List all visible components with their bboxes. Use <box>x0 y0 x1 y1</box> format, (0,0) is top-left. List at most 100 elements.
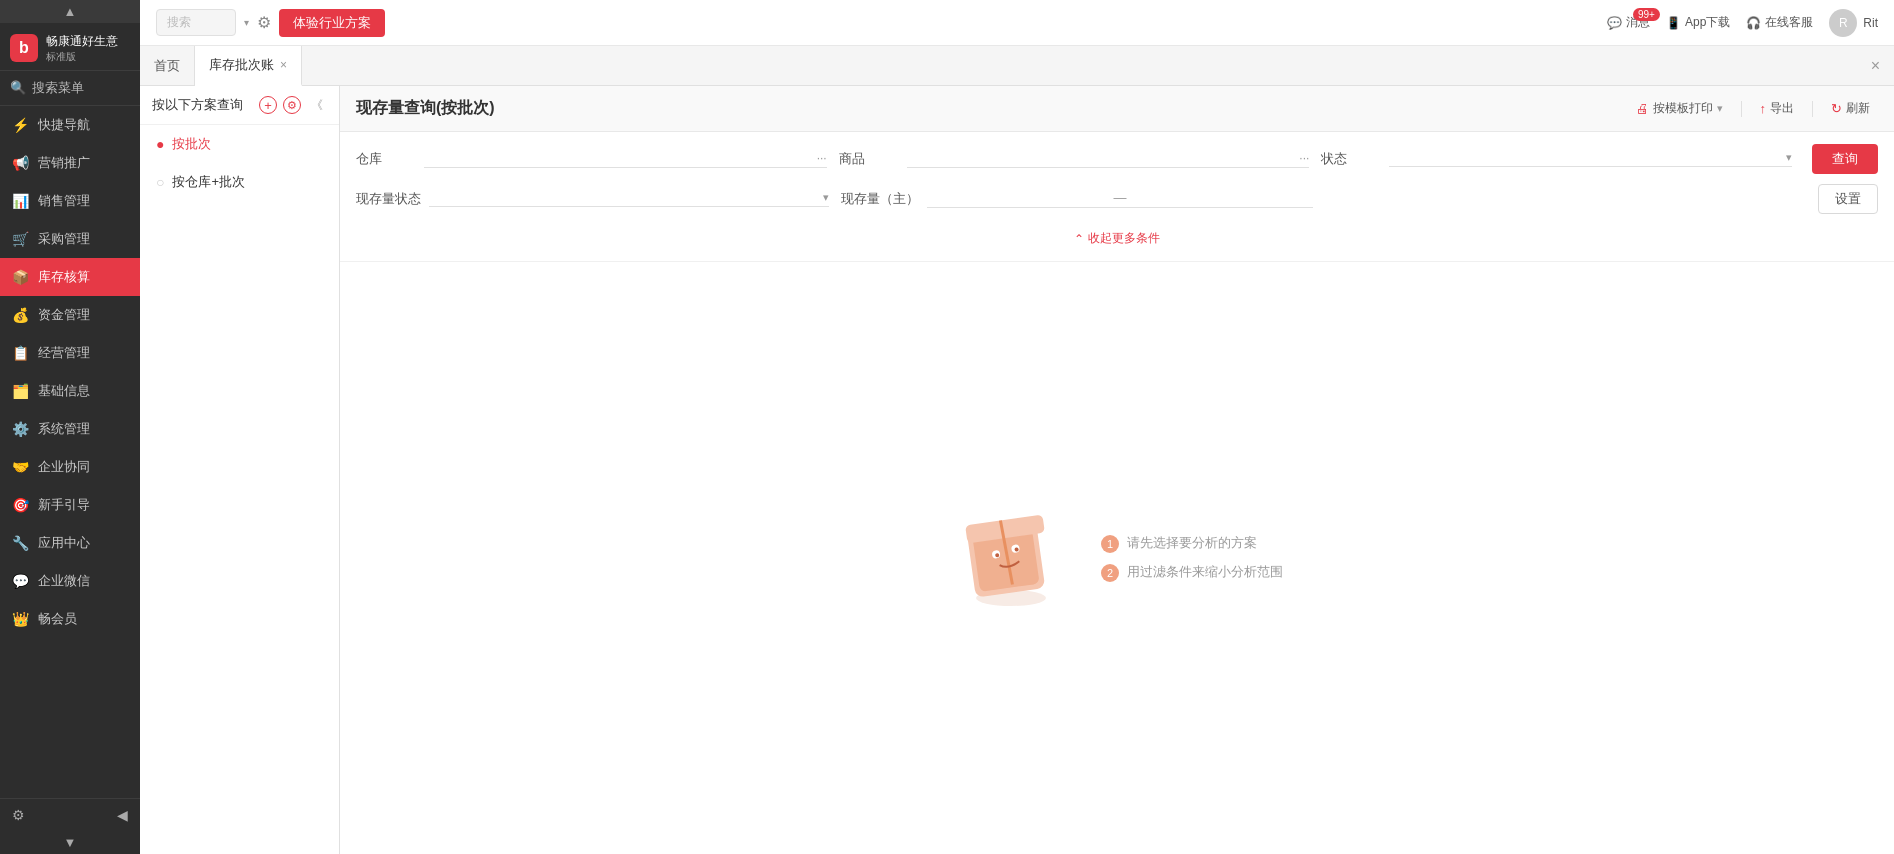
left-panel: 按以下方案查询 + ⚙ 《 ● 按批次 ○ 按仓库+批次 <box>140 86 340 854</box>
warehouse-input[interactable] <box>424 150 813 165</box>
refresh-icon: ↻ <box>1831 101 1842 116</box>
member-label: 畅会员 <box>38 610 77 628</box>
sidebar-item-member[interactable]: 👑畅会员 <box>0 600 140 638</box>
appstore-icon: 🔧 <box>10 535 30 551</box>
scheme-item-by-batch[interactable]: ● 按批次 <box>140 125 339 163</box>
sidebar-item-enterprise[interactable]: 🤝企业协同 <box>0 448 140 486</box>
filter-goods: 商品 ··· <box>839 150 1310 168</box>
stock-status-label: 现存量状态 <box>356 190 421 208</box>
refresh-button[interactable]: ↻ 刷新 <box>1823 96 1878 121</box>
tip-text-2: 用过滤条件来缩小分析范围 <box>1127 563 1283 581</box>
sidebar-item-system[interactable]: ⚙️系统管理 <box>0 410 140 448</box>
message-button[interactable]: 💬 消息 99+ <box>1607 14 1650 31</box>
tab-bar-close-all[interactable]: × <box>1867 53 1884 79</box>
sidebar-item-purchase[interactable]: 🛒采购管理 <box>0 220 140 258</box>
add-scheme-icon[interactable]: + <box>259 96 277 114</box>
purchase-label: 采购管理 <box>38 230 90 248</box>
empty-illustration <box>951 498 1071 618</box>
status-select[interactable]: ▾ <box>1389 151 1792 167</box>
header-divider-1 <box>1741 101 1742 117</box>
scheme-item-by-warehouse-batch[interactable]: ○ 按仓库+批次 <box>140 163 339 201</box>
print-template-button[interactable]: 🖨 按模板打印 ▾ <box>1628 96 1731 121</box>
collapse-icon: ⌃ <box>1074 232 1084 246</box>
stock-status-arrow: ▾ <box>823 191 829 204</box>
tab-home[interactable]: 首页 <box>140 46 195 86</box>
stock-quantity-min[interactable] <box>927 190 1108 205</box>
page-title: 现存量查询(按批次) <box>356 98 495 119</box>
user-profile[interactable]: R Rit <box>1829 9 1878 37</box>
goods-input[interactable] <box>907 150 1296 165</box>
basic-label: 基础信息 <box>38 382 90 400</box>
sidebar-item-newbie[interactable]: 🎯新手引导 <box>0 486 140 524</box>
empty-state: 1 请先选择要分析的方案 2 用过滤条件来缩小分析范围 <box>340 262 1894 854</box>
warehouse-more-icon[interactable]: ··· <box>817 151 827 165</box>
tab-inventory-batch-close[interactable]: × <box>280 58 287 72</box>
tab-bar-right: × <box>1867 53 1894 79</box>
appstore-label: 应用中心 <box>38 534 90 552</box>
print-label: 按模板打印 <box>1653 100 1713 117</box>
sidebar-header: b 畅康通好生意 标准版 <box>0 23 140 71</box>
message-badge: 99+ <box>1633 8 1660 21</box>
topbar-chevron-icon[interactable]: ▾ <box>244 17 249 28</box>
tab-inventory-batch[interactable]: 库存批次账 × <box>195 46 302 86</box>
wechat-label: 企业微信 <box>38 572 90 590</box>
sidebar-scroll-up[interactable]: ▲ <box>0 0 140 23</box>
main-area: 搜索 ▾ ⚙ 体验行业方案 💬 消息 99+ 📱 App下载 🎧 在线客服 R … <box>140 0 1894 854</box>
sidebar-item-appstore[interactable]: 🔧 应用中心 <box>0 524 140 562</box>
empty-box-svg <box>951 498 1071 618</box>
tip-text-1: 请先选择要分析的方案 <box>1127 534 1257 552</box>
filter-status: 状态 ▾ <box>1321 150 1792 168</box>
scheme-settings-icon[interactable]: ⚙ <box>283 96 301 114</box>
sidebar-item-finance[interactable]: 💰资金管理 <box>0 296 140 334</box>
query-button[interactable]: 查询 <box>1812 144 1878 174</box>
wechat-icon: 💬 <box>10 573 30 589</box>
sidebar-item-marketing[interactable]: 📢营销推广 <box>0 144 140 182</box>
sales-label: 销售管理 <box>38 192 90 210</box>
app-version: 标准版 <box>46 50 118 64</box>
print-chevron-icon[interactable]: ▾ <box>1717 102 1723 115</box>
sidebar-collapse-icon[interactable]: ◀ <box>117 807 128 823</box>
sidebar-item-wechat[interactable]: 💬 企业微信 <box>0 562 140 600</box>
goods-filter-label: 商品 <box>839 150 899 168</box>
sidebar-search[interactable]: 🔍 搜索菜单 <box>0 71 140 106</box>
tabbar: 首页 库存批次账 × × <box>140 46 1894 86</box>
left-panel-actions: + ⚙ 《 <box>259 96 327 114</box>
scheme-inactive-icon: ○ <box>156 174 164 190</box>
app-download-button[interactable]: 📱 App下载 <box>1666 14 1730 31</box>
filter-stock-status: 现存量状态 ▾ <box>356 190 829 208</box>
refresh-label: 刷新 <box>1846 100 1870 117</box>
sidebar-item-quick-nav[interactable]: ⚡快捷导航 <box>0 106 140 144</box>
sidebar-item-operations[interactable]: 📋经营管理 <box>0 334 140 372</box>
online-service-button[interactable]: 🎧 在线客服 <box>1746 14 1813 31</box>
export-button[interactable]: ↑ 导出 <box>1752 96 1803 121</box>
left-panel-title: 按以下方案查询 <box>152 96 243 114</box>
inventory-label: 库存核算 <box>38 268 90 286</box>
sidebar-scroll-down[interactable]: ▼ <box>0 831 140 854</box>
collapse-filter-row[interactable]: ⌃ 收起更多条件 <box>356 224 1878 255</box>
sidebar-settings-icon[interactable]: ⚙ <box>12 807 25 823</box>
goods-more-icon[interactable]: ··· <box>1299 151 1309 165</box>
stock-quantity-range: — <box>927 190 1314 208</box>
message-icon: 💬 <box>1607 16 1622 30</box>
operations-icon: 📋 <box>10 345 30 361</box>
system-label: 系统管理 <box>38 420 90 438</box>
sidebar-item-basic[interactable]: 🗂️基础信息 <box>0 372 140 410</box>
sidebar-item-sales[interactable]: 📊销售管理 <box>0 182 140 220</box>
panel-collapse-button[interactable]: 《 <box>307 97 327 114</box>
filter-warehouse: 仓库 ··· <box>356 150 827 168</box>
sidebar-item-inventory[interactable]: 📦库存核算 <box>0 258 140 296</box>
topbar-settings-icon[interactable]: ⚙ <box>257 13 271 32</box>
topbar-search-box[interactable]: 搜索 <box>156 9 236 36</box>
scheme-item-batch-label: 按批次 <box>172 135 211 153</box>
industry-solution-button[interactable]: 体验行业方案 <box>279 9 385 37</box>
app-download-label: App下载 <box>1685 14 1730 31</box>
settings-button[interactable]: 设置 <box>1818 184 1878 214</box>
page-content: 按以下方案查询 + ⚙ 《 ● 按批次 ○ 按仓库+批次 现存量查询(按批次) <box>140 86 1894 854</box>
service-icon: 🎧 <box>1746 16 1761 30</box>
tip-num-2: 2 <box>1101 564 1119 582</box>
tab-home-label: 首页 <box>154 57 180 75</box>
status-select-arrow: ▾ <box>1786 151 1792 164</box>
stock-quantity-max[interactable] <box>1133 190 1314 205</box>
stock-status-select[interactable]: ▾ <box>429 191 829 207</box>
user-avatar: R <box>1829 9 1857 37</box>
